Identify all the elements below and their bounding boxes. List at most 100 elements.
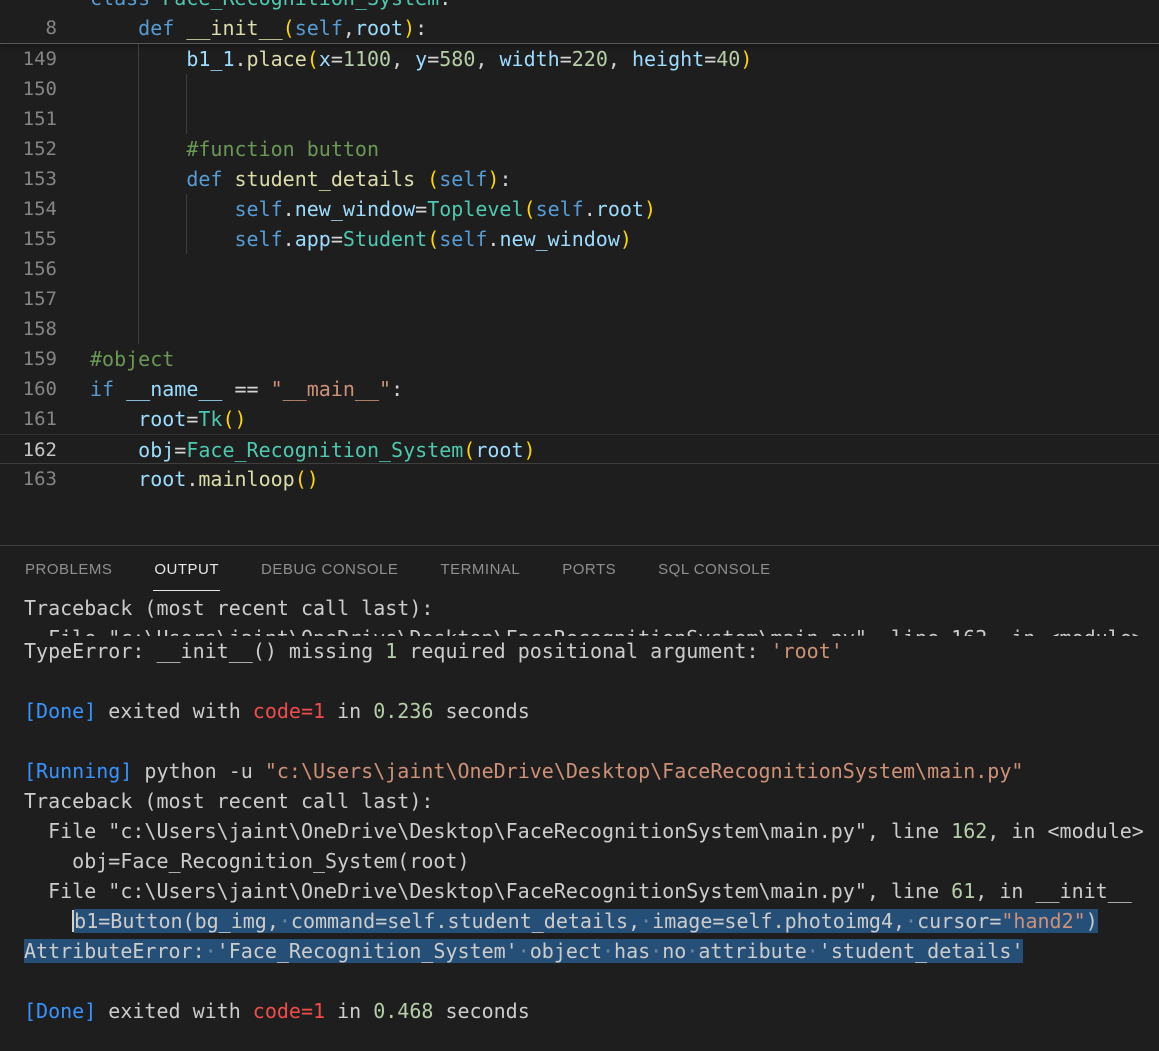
- code-line[interactable]: 152 #function button: [0, 134, 1159, 164]
- panel-tab-output[interactable]: OUTPUT: [153, 546, 221, 591]
- panel-tab-terminal[interactable]: TERMINAL: [439, 546, 521, 591]
- code-token: new_window: [294, 197, 416, 221]
- sticky-scroll[interactable]: class Face_Recognition_System:8 def __in…: [0, 0, 1159, 44]
- code-line[interactable]: 151: [0, 104, 1159, 134]
- output-line[interactable]: [Done] exited with code=1 in 0.468 secon…: [24, 996, 1159, 1026]
- code-line[interactable]: 155 self.app=Student(self.new_window): [0, 224, 1159, 254]
- code-token: Face_Recognition_System: [162, 0, 439, 10]
- code-token: .: [186, 467, 199, 491]
- line-number[interactable]: 151: [0, 104, 57, 134]
- output-line[interactable]: AttributeError:·'Face_Recognition_System…: [24, 936, 1159, 966]
- indent-guide: [138, 44, 140, 74]
- code-text: [90, 314, 1159, 344]
- output-line[interactable]: [24, 666, 1159, 696]
- code-token: Face_Recognition_System: [186, 438, 464, 462]
- code-line[interactable]: 150: [0, 74, 1159, 104]
- line-number[interactable]: 158: [0, 314, 57, 344]
- code-line[interactable]: 158: [0, 314, 1159, 344]
- code-line[interactable]: 161 root=Tk(): [0, 404, 1159, 434]
- output-line[interactable]: Traceback (most recent call last):: [24, 593, 1159, 623]
- output-line[interactable]: [24, 966, 1159, 996]
- line-number[interactable]: 8: [0, 13, 57, 43]
- line-number[interactable]: 150: [0, 74, 57, 104]
- code-line[interactable]: 156: [0, 254, 1159, 284]
- code-token: (): [294, 467, 319, 491]
- code-line[interactable]: 157: [0, 284, 1159, 314]
- line-number[interactable]: 153: [0, 164, 57, 194]
- line-number[interactable]: 163: [0, 464, 57, 494]
- code-line[interactable]: 153 def student_details (self):: [0, 164, 1159, 194]
- code-token: def: [138, 16, 175, 40]
- panel-tab-debug-console[interactable]: DEBUG CONSOLE: [260, 546, 399, 591]
- output-line[interactable]: b1=Button(bg_img,·command=self.student_d…: [24, 906, 1159, 936]
- code-token: .: [282, 227, 295, 251]
- code-token: =: [704, 47, 717, 71]
- line-number[interactable]: 156: [0, 254, 57, 284]
- code-token: self: [439, 227, 488, 251]
- output-line[interactable]: obj=Face_Recognition_System(root): [24, 846, 1159, 876]
- code-token: =: [330, 227, 343, 251]
- code-text: class Face_Recognition_System:: [90, 0, 1159, 13]
- line-number[interactable]: 154: [0, 194, 57, 224]
- line-number[interactable]: 155: [0, 224, 57, 254]
- code-token: 1100: [342, 47, 392, 71]
- line-number[interactable]: 161: [0, 404, 57, 434]
- output-line[interactable]: File "c:\Users\jaint\OneDrive\Desktop\Fa…: [24, 876, 1159, 906]
- code-token: if: [90, 377, 115, 401]
- line-number[interactable]: 162: [0, 435, 57, 463]
- line-number[interactable]: [0, 0, 57, 13]
- code-token: 40: [716, 47, 741, 71]
- output-token: obj=Face_Recognition_System(root): [24, 849, 470, 873]
- code-line[interactable]: 154 self.new_window=Toplevel(self.root): [0, 194, 1159, 224]
- code-text: [90, 284, 1159, 314]
- code-editor[interactable]: class Face_Recognition_System:8 def __in…: [0, 0, 1159, 545]
- code-token: Student: [342, 227, 428, 251]
- output-line[interactable]: [Done] exited with code=1 in 0.236 secon…: [24, 696, 1159, 726]
- line-number[interactable]: 159: [0, 344, 57, 374]
- output-line[interactable]: File "c:\Users\jaint\OneDrive\Desktop\Fa…: [24, 816, 1159, 846]
- line-number[interactable]: 157: [0, 284, 57, 314]
- output-line[interactable]: File "c:\Users\jaint\OneDrive\Desktop\Fa…: [24, 623, 1159, 636]
- output-token: , in <module>: [987, 819, 1144, 843]
- code-token: Tk: [198, 407, 223, 431]
- code-line[interactable]: 8 def __init__(self,root):: [0, 13, 1159, 43]
- code-line[interactable]: 163 root.mainloop(): [0, 464, 1159, 494]
- output-token: 162: [951, 819, 988, 843]
- code-token: root: [475, 438, 524, 462]
- code-line[interactable]: class Face_Recognition_System:: [0, 0, 1159, 13]
- panel-tab-sql-console[interactable]: SQL CONSOLE: [657, 546, 771, 591]
- code-token: #function button: [186, 137, 379, 161]
- output-line[interactable]: [Running] python -u "c:\Users\jaint\OneD…: [24, 756, 1159, 786]
- code-token: x: [318, 47, 331, 71]
- line-number[interactable]: 149: [0, 44, 57, 74]
- output-token: exited with: [96, 699, 253, 723]
- sticky-line-clipped[interactable]: class Face_Recognition_System:: [0, 0, 1159, 13]
- code-token: width: [499, 47, 560, 71]
- panel-tab-problems[interactable]: PROBLEMS: [24, 546, 113, 591]
- code-area[interactable]: 149 b1_1.place(x=1100, y=580, width=220,…: [0, 44, 1159, 494]
- output-line[interactable]: [24, 726, 1159, 756]
- output-console[interactable]: Traceback (most recent call last): File …: [0, 591, 1159, 1026]
- code-line[interactable]: 149 b1_1.place(x=1100, y=580, width=220,…: [0, 44, 1159, 74]
- whitespace-dot: ·: [204, 939, 217, 963]
- output-line[interactable]: Traceback (most recent call last):: [24, 786, 1159, 816]
- code-line[interactable]: 162 obj=Face_Recognition_System(root): [0, 434, 1159, 464]
- line-number[interactable]: 160: [0, 374, 57, 404]
- code-text: self.new_window=Toplevel(self.root): [90, 194, 1159, 224]
- output-token: [Running]: [24, 759, 133, 783]
- code-token: __name__: [126, 377, 223, 401]
- output-token: Traceback (most recent call last):: [24, 596, 434, 620]
- code-token: self: [294, 16, 343, 40]
- code-token: ): [619, 227, 632, 251]
- code-token: b1_1: [186, 47, 235, 71]
- whitespace-dot: ·: [686, 939, 699, 963]
- line-number[interactable]: 152: [0, 134, 57, 164]
- output-token: 1: [385, 639, 398, 663]
- code-token: =: [174, 438, 187, 462]
- whitespace-dot: ·: [806, 939, 819, 963]
- output-line[interactable]: TypeError: __init__() missing 1 required…: [24, 636, 1159, 666]
- code-line[interactable]: 159 #object: [0, 344, 1159, 374]
- panel-tab-ports[interactable]: PORTS: [561, 546, 617, 591]
- code-line[interactable]: 160 if __name__ == "__main__":: [0, 374, 1159, 404]
